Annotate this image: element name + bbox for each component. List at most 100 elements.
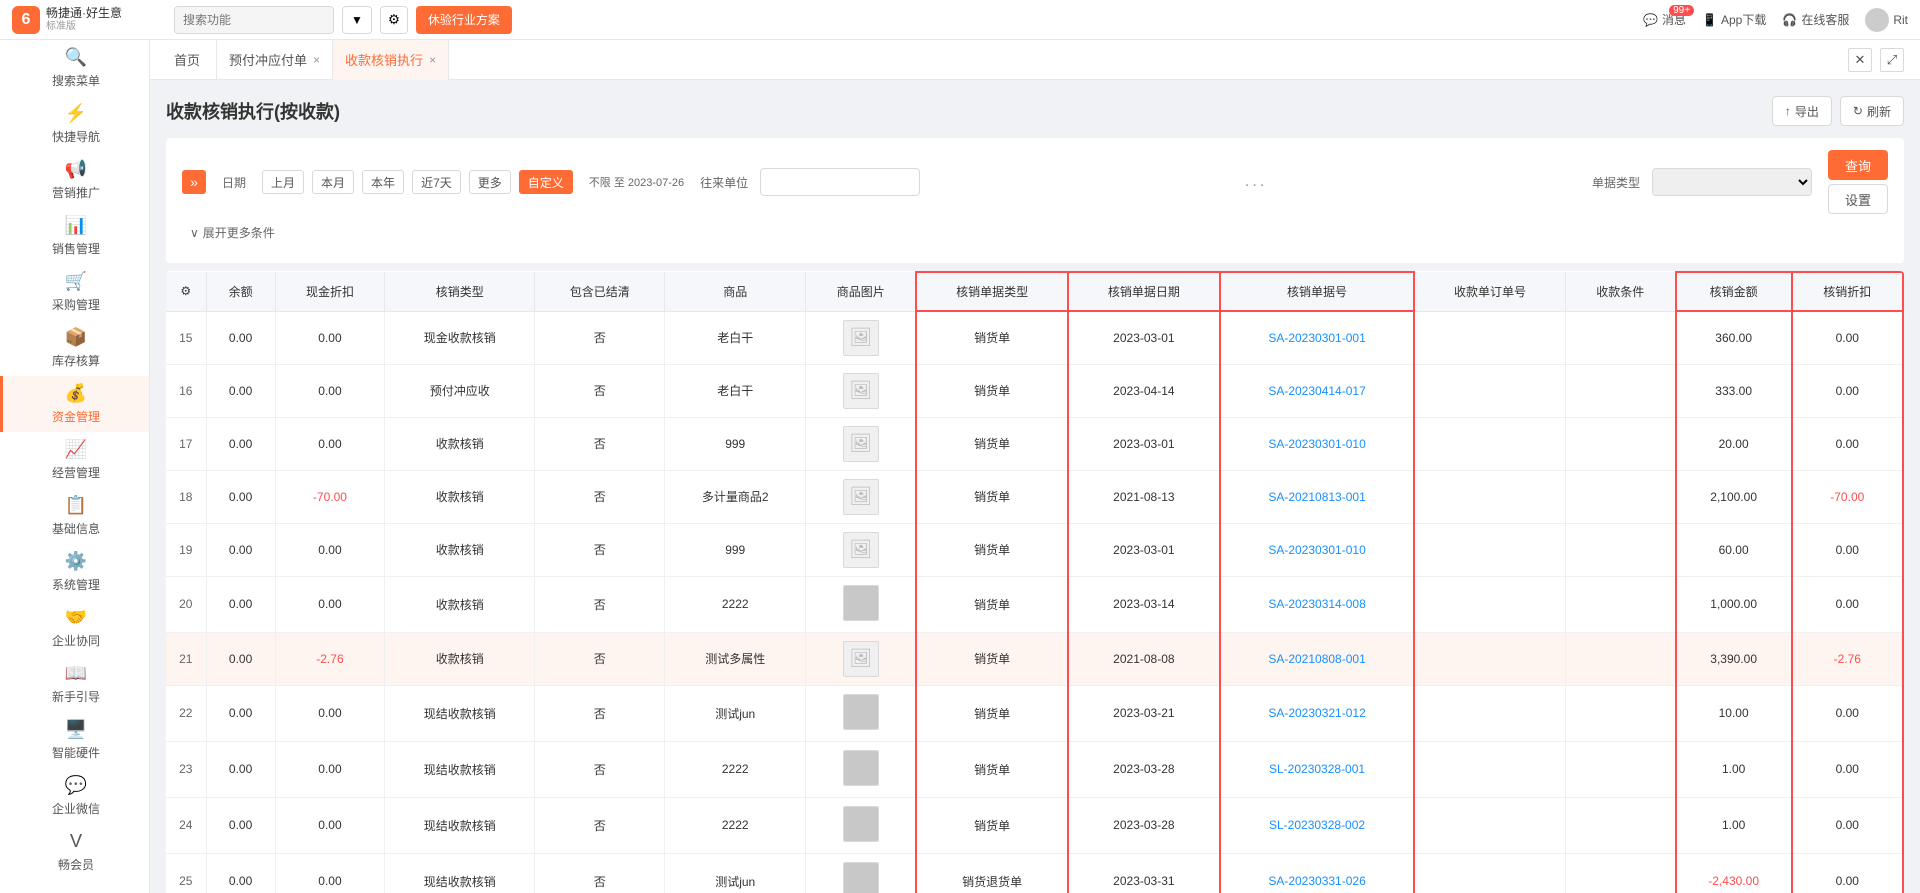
collab-icon: 🤝 bbox=[65, 607, 87, 628]
sidebar-item-inventory[interactable]: 📦 库存核算 bbox=[0, 320, 149, 376]
td-verify-bill-no[interactable]: SA-20230331-026 bbox=[1220, 853, 1415, 893]
date-btn-7days[interactable]: 近7天 bbox=[412, 170, 461, 194]
export-button[interactable]: ↑ 导出 bbox=[1772, 96, 1832, 126]
td-verify-amount: 1,000.00 bbox=[1676, 576, 1792, 632]
topbar: 6 畅捷通·好生意 标准版 ▼ ⚙ 休验行业方案 💬 消息 99+ 📱 App下… bbox=[0, 0, 1920, 40]
td-verify-bill-type: 销货单 bbox=[916, 576, 1068, 632]
logo-text: 畅捷通·好生意 标准版 bbox=[46, 6, 122, 32]
page-content: 收款核销执行(按收款) ↑ 导出 ↻ 刷新 » bbox=[150, 80, 1920, 893]
verify-bill-link[interactable]: SL-20230328-001 bbox=[1269, 762, 1365, 776]
date-btn-custom[interactable]: 自定义 bbox=[519, 170, 573, 194]
table-row: 22 0.00 0.00 现结收款核销 否 测试jun 销货单 2023-03-… bbox=[166, 685, 1903, 741]
verify-bill-link[interactable]: SA-20230301-010 bbox=[1268, 543, 1365, 557]
td-verify-bill-type: 销货单 bbox=[916, 741, 1068, 797]
table-wrapper[interactable]: ⚙ 余额 现金折扣 核销类型 包含已结清 商品 商品图片 核销单据类型 核销单据… bbox=[166, 271, 1904, 893]
td-id: 15 bbox=[166, 311, 206, 364]
sidebar-item-sales[interactable]: 📊 销售管理 bbox=[0, 208, 149, 264]
refresh-button[interactable]: ↻ 刷新 bbox=[1840, 96, 1904, 126]
dropdown-button[interactable]: ▼ bbox=[342, 6, 372, 34]
tab-close-all-button[interactable]: ✕ bbox=[1848, 48, 1872, 72]
sidebar-item-member[interactable]: V 畅会员 bbox=[0, 824, 149, 880]
td-verify-bill-no[interactable]: SA-20210813-001 bbox=[1220, 470, 1415, 523]
date-btn-this-year[interactable]: 本年 bbox=[362, 170, 404, 194]
table-row: 25 0.00 0.00 现结收款核销 否 测试jun 销货退货单 2023-0… bbox=[166, 853, 1903, 893]
td-verify-bill-no[interactable]: SA-20230414-017 bbox=[1220, 364, 1415, 417]
goods-image-empty: 🖼 bbox=[843, 479, 879, 515]
filter-row: » 日期 上月 本月 本年 近7天 更多 自定义 不限 至 2023-07-26 bbox=[182, 150, 1888, 214]
filter-expand-arrow[interactable]: » bbox=[182, 170, 206, 194]
td-verify-bill-no[interactable]: SA-20230301-001 bbox=[1220, 311, 1415, 364]
td-id: 22 bbox=[166, 685, 206, 741]
verify-bill-link[interactable]: SA-20210813-001 bbox=[1268, 490, 1365, 504]
gear-button[interactable]: ⚙ bbox=[380, 6, 408, 34]
verify-bill-link[interactable]: SA-20230414-017 bbox=[1268, 384, 1365, 398]
tab-verify[interactable]: 收款核销执行 × bbox=[333, 40, 449, 80]
verify-bill-link[interactable]: SA-20230331-026 bbox=[1268, 874, 1365, 888]
td-verify-bill-no[interactable]: SA-20210808-001 bbox=[1220, 632, 1415, 685]
sidebar-item-hardware[interactable]: 🖥️ 智能硬件 bbox=[0, 712, 149, 768]
td-verify-discount: 0.00 bbox=[1792, 364, 1903, 417]
filter-single-type-select[interactable] bbox=[1652, 168, 1812, 196]
finance-icon: 💰 bbox=[65, 383, 87, 404]
tab-prepay-close[interactable]: × bbox=[313, 53, 320, 67]
date-btn-last-month[interactable]: 上月 bbox=[262, 170, 304, 194]
sidebar-item-basicinfo[interactable]: 📋 基础信息 bbox=[0, 488, 149, 544]
sidebar-item-purchase[interactable]: 🛒 采购管理 bbox=[0, 264, 149, 320]
notification-item[interactable]: 💬 消息 99+ bbox=[1643, 11, 1686, 28]
td-verify-bill-no[interactable]: SL-20230328-001 bbox=[1220, 741, 1415, 797]
sidebar-item-operation[interactable]: 📈 经营管理 bbox=[0, 432, 149, 488]
td-verify-date: 2021-08-13 bbox=[1068, 470, 1220, 523]
online-service-item[interactable]: 🎧 在线客服 bbox=[1782, 11, 1849, 28]
td-verify-bill-no[interactable]: SA-20230321-012 bbox=[1220, 685, 1415, 741]
td-verify-bill-no[interactable]: SA-20230301-010 bbox=[1220, 523, 1415, 576]
date-btn-more[interactable]: 更多 bbox=[469, 170, 511, 194]
filter-to-unit-input[interactable] bbox=[760, 168, 920, 196]
expand-conditions-button[interactable]: ∨ 展开更多条件 bbox=[182, 220, 1888, 245]
sidebar-item-search[interactable]: 🔍 搜索菜单 bbox=[0, 40, 149, 96]
app-download-item[interactable]: 📱 App下载 bbox=[1702, 11, 1766, 28]
verify-bill-link[interactable]: SA-20230314-008 bbox=[1268, 597, 1365, 611]
quicknav-icon: ⚡ bbox=[65, 103, 87, 124]
sidebar-item-marketing[interactable]: 📢 营销推广 bbox=[0, 152, 149, 208]
tab-home[interactable]: 首页 bbox=[158, 40, 217, 80]
table-container: ⚙ 余额 现金折扣 核销类型 包含已结清 商品 商品图片 核销单据类型 核销单据… bbox=[166, 271, 1904, 893]
filter-dots: ... bbox=[932, 173, 1580, 191]
tab-verify-close[interactable]: × bbox=[429, 53, 436, 67]
tab-prepay[interactable]: 预付冲应付单 × bbox=[217, 40, 333, 80]
export-icon: ↑ bbox=[1785, 104, 1791, 118]
filter-buttons: 查询 设置 bbox=[1828, 150, 1888, 214]
td-verify-amount: -2,430.00 bbox=[1676, 853, 1792, 893]
settings-button[interactable]: 设置 bbox=[1828, 184, 1888, 214]
td-balance: 0.00 bbox=[206, 741, 275, 797]
verify-bill-link[interactable]: SA-20210808-001 bbox=[1268, 652, 1365, 666]
verify-bill-link[interactable]: SL-20230328-002 bbox=[1269, 818, 1365, 832]
table-row: 24 0.00 0.00 现结收款核销 否 2222 销货单 2023-03-2… bbox=[166, 797, 1903, 853]
td-receipt-order-no bbox=[1414, 685, 1565, 741]
tab-expand-button[interactable]: ⤢ bbox=[1880, 48, 1904, 72]
sidebar-item-guide[interactable]: 📖 新手引导 bbox=[0, 656, 149, 712]
td-goods: 2222 bbox=[665, 797, 806, 853]
td-verify-bill-no[interactable]: SA-20230314-008 bbox=[1220, 576, 1415, 632]
verify-bill-link[interactable]: SA-20230301-001 bbox=[1268, 331, 1365, 345]
td-goods-image: 🖼 bbox=[806, 470, 916, 523]
user-item[interactable]: Rit bbox=[1865, 8, 1908, 32]
th-settings[interactable]: ⚙ bbox=[166, 272, 206, 311]
date-btn-this-month[interactable]: 本月 bbox=[312, 170, 354, 194]
sidebar-item-collab[interactable]: 🤝 企业协同 bbox=[0, 600, 149, 656]
td-goods: 测试jun bbox=[665, 685, 806, 741]
search-input[interactable] bbox=[174, 6, 334, 34]
query-button[interactable]: 查询 bbox=[1828, 150, 1888, 180]
verify-bill-link[interactable]: SA-20230321-012 bbox=[1268, 706, 1365, 720]
industry-button[interactable]: 休验行业方案 bbox=[416, 6, 512, 34]
sidebar-item-quicknav[interactable]: ⚡ 快捷导航 bbox=[0, 96, 149, 152]
td-verify-bill-type: 销货退货单 bbox=[916, 853, 1068, 893]
sales-icon: 📊 bbox=[65, 215, 87, 236]
verify-bill-link[interactable]: SA-20230301-010 bbox=[1268, 437, 1365, 451]
td-receipt-condition bbox=[1565, 576, 1675, 632]
sidebar-item-wechat[interactable]: 💬 企业微信 bbox=[0, 768, 149, 824]
sidebar-item-system[interactable]: ⚙️ 系统管理 bbox=[0, 544, 149, 600]
sidebar-item-finance[interactable]: 💰 资金管理 bbox=[0, 376, 149, 432]
td-verify-bill-no[interactable]: SA-20230301-010 bbox=[1220, 417, 1415, 470]
td-verify-bill-no[interactable]: SL-20230328-002 bbox=[1220, 797, 1415, 853]
td-verify-discount: -2.76 bbox=[1792, 632, 1903, 685]
